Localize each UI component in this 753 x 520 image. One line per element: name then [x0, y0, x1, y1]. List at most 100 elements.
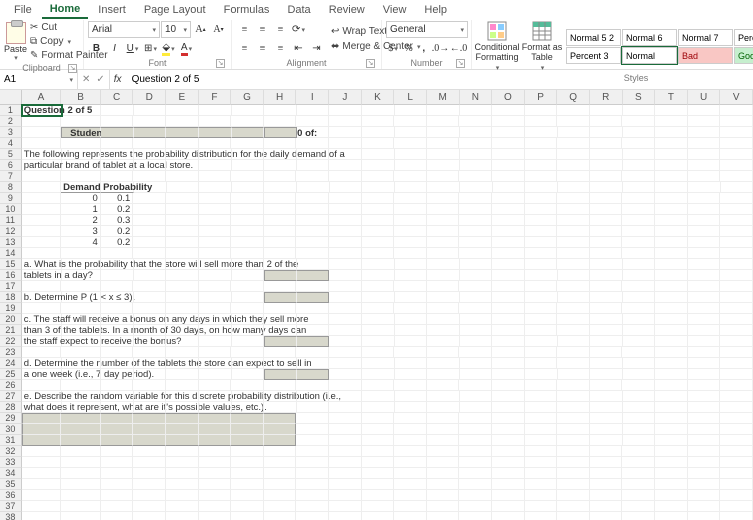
cell-N15[interactable] — [460, 259, 493, 270]
col-header-I[interactable]: I — [296, 90, 329, 105]
cell-C34[interactable] — [101, 468, 134, 479]
cell-P35[interactable] — [525, 479, 558, 490]
cell-U3[interactable] — [688, 127, 721, 138]
cell-V30[interactable] — [720, 424, 753, 435]
cell-V21[interactable] — [720, 325, 753, 336]
cell-I22[interactable] — [297, 336, 330, 347]
cell-U17[interactable] — [688, 281, 721, 292]
col-header-R[interactable]: R — [590, 90, 623, 105]
cell-V27[interactable] — [720, 391, 753, 402]
row-header-4[interactable]: 4 — [0, 138, 22, 149]
cell-E24[interactable] — [166, 358, 199, 369]
cell-K13[interactable] — [362, 237, 395, 248]
cell-T9[interactable] — [655, 193, 688, 204]
cell-N4[interactable] — [459, 138, 492, 149]
row-header-5[interactable]: 5 — [0, 149, 22, 160]
cell-M13[interactable] — [427, 237, 460, 248]
cell-R21[interactable] — [590, 325, 623, 336]
cell-F1[interactable] — [199, 105, 232, 116]
cell-H34[interactable] — [264, 468, 297, 479]
cell-J36[interactable] — [329, 490, 362, 501]
cell-I17[interactable] — [296, 281, 329, 292]
cell-S10[interactable] — [622, 204, 655, 215]
cell-G37[interactable] — [231, 501, 264, 512]
cell-H4[interactable] — [264, 138, 297, 149]
cell-D27[interactable] — [134, 391, 167, 402]
cell-H16[interactable] — [264, 270, 297, 281]
cell-T38[interactable] — [655, 512, 688, 520]
cell-S3[interactable] — [623, 127, 656, 138]
cell-O2[interactable] — [492, 116, 525, 127]
cell-U4[interactable] — [688, 138, 721, 149]
cell-Q33[interactable] — [557, 457, 590, 468]
cell-A16[interactable]: tablets in a day? — [22, 270, 62, 281]
cell-E6[interactable] — [166, 160, 199, 171]
cell-L38[interactable] — [394, 512, 427, 520]
cell-K36[interactable] — [362, 490, 395, 501]
enter-icon[interactable]: ✓ — [96, 74, 104, 85]
cell-K3[interactable] — [362, 127, 395, 138]
cell-K32[interactable] — [362, 446, 395, 457]
cell-C35[interactable] — [101, 479, 134, 490]
cell-O27[interactable] — [492, 391, 525, 402]
cell-O19[interactable] — [492, 303, 525, 314]
cell-P22[interactable] — [525, 336, 558, 347]
row-header-14[interactable]: 14 — [0, 248, 22, 259]
cell-P2[interactable] — [525, 116, 558, 127]
cell-L27[interactable] — [395, 391, 428, 402]
cell-H14[interactable] — [264, 248, 297, 259]
cell-E30[interactable] — [166, 424, 199, 435]
currency-icon[interactable]: $▾ — [386, 40, 400, 57]
cell-U14[interactable] — [688, 248, 721, 259]
cell-F15[interactable] — [199, 259, 232, 270]
cell-R36[interactable] — [590, 490, 623, 501]
cell-B23[interactable] — [61, 347, 101, 358]
cell-G20[interactable] — [232, 314, 265, 325]
cell-E19[interactable] — [166, 303, 199, 314]
cell-V16[interactable] — [720, 270, 753, 281]
cell-J21[interactable] — [329, 325, 362, 336]
style-percent-3[interactable]: Percent 3 — [566, 47, 621, 64]
cell-G31[interactable] — [231, 435, 264, 446]
cell-H32[interactable] — [264, 446, 297, 457]
cell-V22[interactable] — [720, 336, 753, 347]
cell-M6[interactable] — [427, 160, 460, 171]
cell-E10[interactable] — [166, 204, 199, 215]
cell-M3[interactable] — [427, 127, 460, 138]
cell-L25[interactable] — [395, 369, 428, 380]
cell-O16[interactable] — [492, 270, 525, 281]
cell-L2[interactable] — [394, 116, 427, 127]
tab-help[interactable]: Help — [416, 2, 455, 18]
cell-T29[interactable] — [655, 413, 688, 424]
cell-R18[interactable] — [590, 292, 623, 303]
decrease-font-icon[interactable]: A▾ — [210, 21, 227, 38]
align-bottom-icon[interactable]: ≡ — [272, 21, 289, 38]
cell-S4[interactable] — [622, 138, 655, 149]
cell-D34[interactable] — [133, 468, 166, 479]
cell-G13[interactable] — [231, 237, 264, 248]
cell-S37[interactable] — [622, 501, 655, 512]
cell-B38[interactable] — [61, 512, 101, 520]
cell-D29[interactable] — [133, 413, 166, 424]
cell-M30[interactable] — [427, 424, 460, 435]
cell-T4[interactable] — [655, 138, 688, 149]
cell-N38[interactable] — [459, 512, 492, 520]
cell-E12[interactable] — [166, 226, 199, 237]
cell-J24[interactable] — [329, 358, 362, 369]
cell-K28[interactable] — [362, 402, 395, 413]
cell-J27[interactable] — [329, 391, 362, 402]
cell-C17[interactable] — [101, 281, 134, 292]
cell-N32[interactable] — [459, 446, 492, 457]
cell-H11[interactable] — [264, 215, 297, 226]
cell-T27[interactable] — [655, 391, 688, 402]
cell-J38[interactable] — [329, 512, 362, 520]
cell-I30[interactable] — [296, 424, 329, 435]
cell-O30[interactable] — [492, 424, 525, 435]
col-header-B[interactable]: B — [61, 90, 101, 105]
cell-O11[interactable] — [492, 215, 525, 226]
cell-K22[interactable] — [362, 336, 395, 347]
cell-O36[interactable] — [492, 490, 525, 501]
cell-N35[interactable] — [459, 479, 492, 490]
cell-D3[interactable] — [134, 127, 167, 138]
cell-S25[interactable] — [623, 369, 656, 380]
